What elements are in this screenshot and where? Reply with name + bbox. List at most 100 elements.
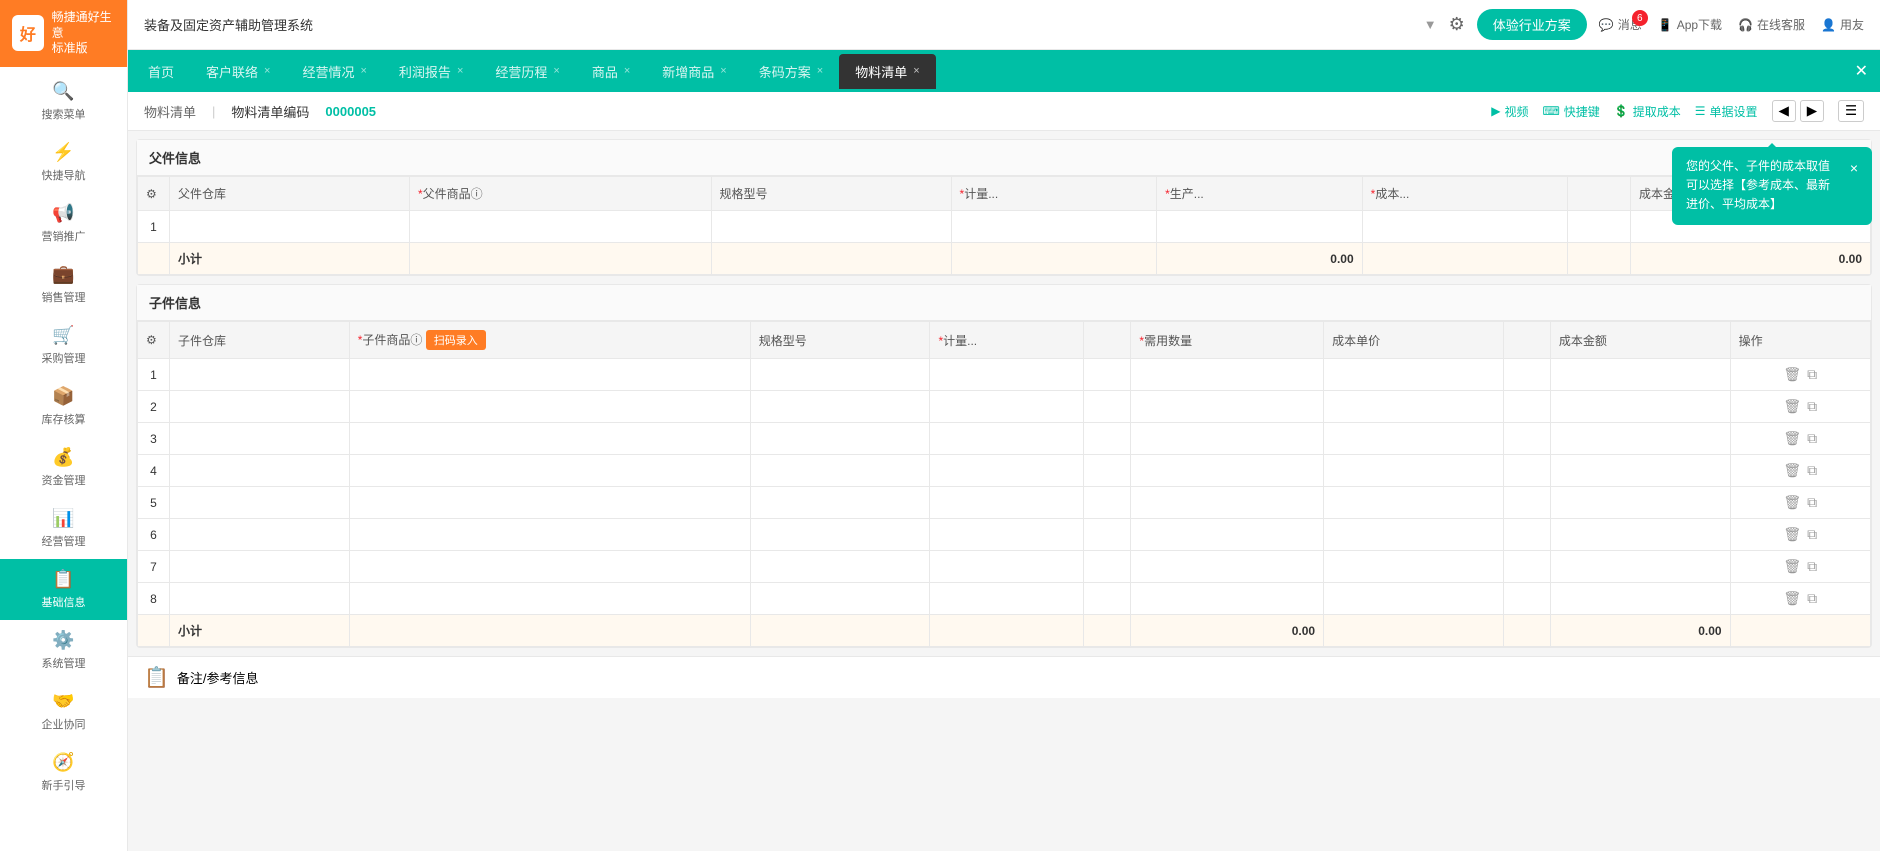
child-row-8-qty[interactable]: [930, 583, 1084, 615]
child-row-7-needed[interactable]: [1131, 551, 1324, 583]
user-btn[interactable]: 👤 用友: [1821, 16, 1864, 33]
parent-row-1-warehouse[interactable]: [170, 211, 410, 243]
child-row-6-warehouse[interactable]: [170, 519, 350, 551]
child-row-3-qty[interactable]: [930, 423, 1084, 455]
child-row-2-copy-icon[interactable]: ⧉: [1807, 398, 1817, 415]
scan-btn[interactable]: 扫码录入: [426, 330, 486, 350]
tab-close-goods[interactable]: ×: [624, 65, 630, 77]
child-row-8-needed[interactable]: [1131, 583, 1324, 615]
child-row-5-spec[interactable]: [750, 487, 930, 519]
child-row-4-goods[interactable]: [349, 455, 750, 487]
child-row-3-copy-icon[interactable]: ⧉: [1807, 430, 1817, 447]
child-row-8-delete-icon[interactable]: 🗑: [1783, 590, 1801, 607]
child-row-7-unit-cost[interactable]: [1324, 551, 1504, 583]
parent-row-1-produce[interactable]: [1157, 211, 1363, 243]
view-btn[interactable]: ▶ 视频: [1491, 103, 1528, 120]
tab-goods[interactable]: 商品 ×: [576, 54, 646, 89]
child-row-3-unit-cost[interactable]: [1324, 423, 1504, 455]
tab-close-history[interactable]: ×: [553, 65, 559, 77]
child-row-1-spec[interactable]: [750, 359, 930, 391]
sidebar-item-enterprise[interactable]: 🤝企业协同: [0, 681, 127, 742]
close-all-tabs-icon[interactable]: ✕: [1847, 61, 1876, 81]
child-row-8-unit-cost[interactable]: [1324, 583, 1504, 615]
child-row-3-goods[interactable]: [349, 423, 750, 455]
child-row-5-delete-icon[interactable]: 🗑: [1783, 494, 1801, 511]
tab-history[interactable]: 经营历程 ×: [479, 54, 575, 89]
child-row-7-delete-icon[interactable]: 🗑: [1783, 558, 1801, 575]
sidebar-item-inventory[interactable]: 📦库存核算: [0, 376, 127, 437]
tab-new-goods[interactable]: 新增商品 ×: [646, 54, 742, 89]
parent-row-1-qty[interactable]: [951, 211, 1157, 243]
expand-icon[interactable]: ▼: [1424, 17, 1437, 32]
child-row-5-unit-cost[interactable]: [1324, 487, 1504, 519]
tab-close-profit[interactable]: ×: [457, 65, 463, 77]
child-row-4-needed[interactable]: [1131, 455, 1324, 487]
child-row-4-unit-cost[interactable]: [1324, 455, 1504, 487]
trial-button[interactable]: 体验行业方案: [1477, 9, 1587, 40]
parent-row-1-cost[interactable]: [1362, 211, 1568, 243]
sidebar-item-finance[interactable]: 💰资金管理: [0, 437, 127, 498]
child-row-4-spec[interactable]: [750, 455, 930, 487]
tab-profit[interactable]: 利润报告 ×: [383, 54, 479, 89]
child-row-8-goods[interactable]: [349, 583, 750, 615]
child-row-2-spec[interactable]: [750, 391, 930, 423]
tab-bom[interactable]: 物料清单 ×: [839, 54, 935, 89]
child-row-1-copy-icon[interactable]: ⧉: [1807, 366, 1817, 383]
child-row-2-needed[interactable]: [1131, 391, 1324, 423]
child-row-3-delete-icon[interactable]: 🗑: [1783, 430, 1801, 447]
child-row-1-qty[interactable]: [930, 359, 1084, 391]
parent-col-settings[interactable]: ⚙: [138, 177, 170, 211]
child-row-3-spec[interactable]: [750, 423, 930, 455]
child-row-6-spec[interactable]: [750, 519, 930, 551]
parent-row-1-spec[interactable]: [711, 211, 951, 243]
child-row-4-delete-icon[interactable]: 🗑: [1783, 462, 1801, 479]
child-row-2-delete-icon[interactable]: 🗑: [1783, 398, 1801, 415]
prev-btn[interactable]: ◀: [1772, 100, 1796, 122]
shortcut-btn[interactable]: ⌨ 快捷键: [1542, 103, 1599, 120]
child-row-5-qty[interactable]: [930, 487, 1084, 519]
child-row-1-needed[interactable]: [1131, 359, 1324, 391]
child-row-3-warehouse[interactable]: [170, 423, 350, 455]
tab-home[interactable]: 首页: [132, 54, 190, 89]
app-download-btn[interactable]: 📱 App下载: [1658, 16, 1722, 33]
child-row-6-qty[interactable]: [930, 519, 1084, 551]
child-row-6-goods[interactable]: [349, 519, 750, 551]
child-row-6-copy-icon[interactable]: ⧉: [1807, 526, 1817, 543]
child-col-settings[interactable]: ⚙: [138, 322, 170, 359]
child-row-8-warehouse[interactable]: [170, 583, 350, 615]
tab-close-new-goods[interactable]: ×: [720, 65, 726, 77]
child-row-8-spec[interactable]: [750, 583, 930, 615]
child-row-2-unit-cost[interactable]: [1324, 391, 1504, 423]
child-row-1-goods[interactable]: [349, 359, 750, 391]
sidebar-item-operations[interactable]: 📊经营管理: [0, 498, 127, 559]
child-row-6-needed[interactable]: [1131, 519, 1324, 551]
child-row-4-qty[interactable]: [930, 455, 1084, 487]
sidebar-item-marketing[interactable]: 📢营销推广: [0, 193, 127, 254]
parent-row-1-goods[interactable]: [410, 211, 712, 243]
message-btn[interactable]: 💬 消息 6: [1599, 16, 1642, 33]
tab-close-barcode[interactable]: ×: [817, 65, 823, 77]
sidebar-item-purchase[interactable]: 🛒采购管理: [0, 315, 127, 376]
child-row-1-delete-icon[interactable]: 🗑: [1783, 366, 1801, 383]
sidebar-item-quick-nav[interactable]: ⚡快捷导航: [0, 132, 127, 193]
child-row-2-warehouse[interactable]: [170, 391, 350, 423]
sidebar-item-guide[interactable]: 🧭新手引导: [0, 742, 127, 803]
child-row-6-delete-icon[interactable]: 🗑: [1783, 526, 1801, 543]
child-row-3-needed[interactable]: [1131, 423, 1324, 455]
child-row-5-goods[interactable]: [349, 487, 750, 519]
tab-operations-status[interactable]: 经营情况 ×: [286, 54, 382, 89]
child-row-7-qty[interactable]: [930, 551, 1084, 583]
child-row-8-copy-icon[interactable]: ⧉: [1807, 590, 1817, 607]
tab-customer[interactable]: 客户联络 ×: [190, 54, 286, 89]
extract-cost-btn[interactable]: 💲 提取成本: [1614, 103, 1681, 120]
sidebar-item-sales[interactable]: 💼销售管理: [0, 254, 127, 315]
tab-close-bom[interactable]: ×: [913, 65, 919, 77]
list-view-btn[interactable]: ☰: [1838, 100, 1864, 122]
sidebar-item-basic-info[interactable]: 📋基础信息: [0, 559, 127, 620]
child-row-2-qty[interactable]: [930, 391, 1084, 423]
sidebar-item-system[interactable]: ⚙️系统管理: [0, 620, 127, 681]
tab-close-operations-status[interactable]: ×: [360, 65, 366, 77]
child-row-5-warehouse[interactable]: [170, 487, 350, 519]
child-row-5-needed[interactable]: [1131, 487, 1324, 519]
child-row-2-goods[interactable]: [349, 391, 750, 423]
